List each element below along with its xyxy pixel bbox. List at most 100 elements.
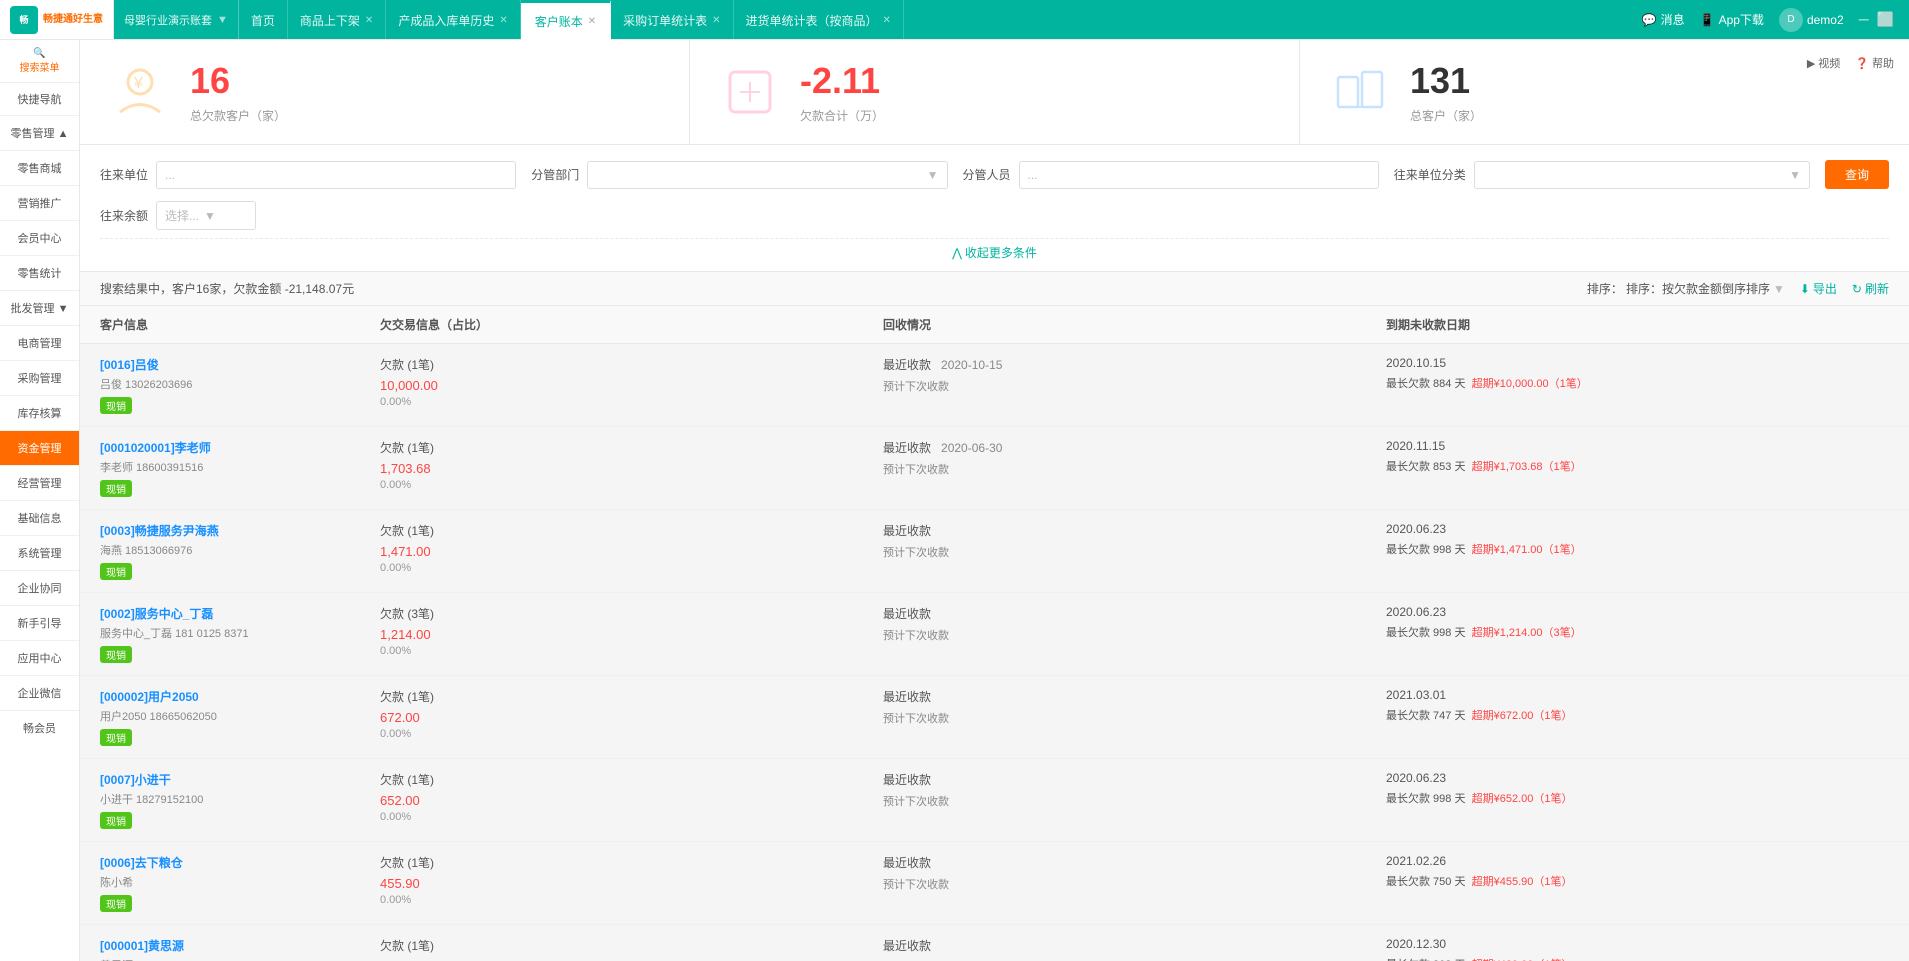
- tab-home[interactable]: 首页: [239, 0, 288, 40]
- next-collection-0: 预计下次收款: [883, 378, 1386, 394]
- due-date-0: 2020.10.15: [1386, 356, 1889, 370]
- collapse-btn[interactable]: ⋀ 收起更多条件: [100, 238, 1889, 266]
- close-icon[interactable]: ✕: [365, 15, 373, 26]
- user-menu[interactable]: D demo2: [1779, 8, 1844, 32]
- refresh-btn[interactable]: ↻ 刷新: [1852, 280, 1889, 297]
- sidebar-item-retail-mall[interactable]: 零售商城: [0, 151, 79, 186]
- stat-debt-amount: -2.11 欠款合计（万）: [690, 40, 1300, 144]
- video-btn[interactable]: ▶ 视频: [1807, 55, 1840, 71]
- result-summary-bar: 搜索结果中，客户16家，欠款金额 -21,148.07元 排序：排序：按欠款金额…: [80, 272, 1909, 306]
- sidebar-item-system[interactable]: 系统管理: [0, 536, 79, 571]
- minimize-icon[interactable]: ─: [1859, 11, 1869, 28]
- customer-name-1[interactable]: [0001020001]李老师: [100, 439, 380, 456]
- sort-selector[interactable]: 排序：排序：按欠款金额倒序排序▼: [1587, 280, 1785, 297]
- sidebar-item-enterprise-collab[interactable]: 企业协同: [0, 571, 79, 606]
- sidebar-item-basic-info[interactable]: 基础信息: [0, 501, 79, 536]
- total-customers-icon: [1330, 62, 1390, 122]
- message-icon: 💬: [1642, 13, 1657, 27]
- table-row: [000002]用户2050 用户2050 18665062050 现销 欠款 …: [80, 676, 1909, 759]
- collection-label-1: 最近收款 2020-06-30: [883, 439, 1386, 456]
- sidebar-item-app-center[interactable]: 应用中心: [0, 641, 79, 676]
- unit-category-input[interactable]: ▼: [1474, 161, 1810, 189]
- sidebar-item-enterprise-wechat[interactable]: 企业微信: [0, 676, 79, 711]
- department-label: 分管部门: [531, 166, 579, 183]
- source-unit-input[interactable]: ...: [156, 161, 516, 189]
- search-icon: 🔍: [5, 48, 74, 59]
- close-icon-2[interactable]: ✕: [499, 15, 507, 26]
- table-row: [0003]畅捷服务尹海燕 海燕 18513066976 现销 欠款 (1笔) …: [80, 510, 1909, 593]
- sidebar-search-menu[interactable]: 🔍 搜索菜单: [0, 40, 79, 83]
- manager-label: 分管人员: [963, 166, 1011, 183]
- chevron-up-icon: ⋀: [952, 246, 962, 260]
- table-container: 客户信息 欠交易信息（占比） 回收情况 到期未收款日期 [0016]吕俊 吕俊 …: [80, 306, 1909, 961]
- stat-debt-customers: ¥ 16 总欠款客户（家）: [80, 40, 690, 144]
- search-button[interactable]: 查询: [1825, 160, 1889, 189]
- stat-total-customers: 131 总客户（家） ▶ 视频 ❓ 帮助: [1300, 40, 1909, 144]
- app-download-btn[interactable]: 📱 App下载: [1700, 11, 1764, 28]
- overdue-1: 最长欠款 853 天 超期¥1,703.68（1笔）: [1386, 458, 1889, 474]
- table-row: [0007]小进干 小进干 18279152100 现销 欠款 (1笔) 652…: [80, 759, 1909, 842]
- sidebar-item-warehouse[interactable]: 库存核算: [0, 396, 79, 431]
- source-unit-label: 往来单位: [100, 166, 148, 183]
- balance-label: 往来余额: [100, 207, 148, 224]
- app-name: 畅捷通好生意: [43, 14, 103, 26]
- sidebar-item-member-center[interactable]: 会员中心: [0, 221, 79, 256]
- filter-balance: 往来余额 选择... ▼: [100, 201, 256, 230]
- col-due-date: 到期未收款日期: [1386, 316, 1889, 333]
- message-btn[interactable]: 💬 消息: [1642, 11, 1685, 28]
- unit-category-label: 往来单位分类: [1394, 166, 1466, 183]
- table-row: [0006]去下粮仓 陈小希 现销 欠款 (1笔) 455.90 0.00% 最…: [80, 842, 1909, 925]
- tab-customer-account[interactable]: 客户账本 ✕: [521, 0, 611, 40]
- sidebar-item-ecommerce[interactable]: 电商管理: [0, 326, 79, 361]
- tab-purchase-stats[interactable]: 进货单统计表（按商品） ✕: [734, 0, 904, 40]
- sidebar-item-member-vip[interactable]: 畅会员: [0, 711, 79, 745]
- avatar: D: [1779, 8, 1803, 32]
- debt-customers-icon: ¥: [110, 62, 170, 122]
- balance-input[interactable]: 选择... ▼: [156, 201, 256, 230]
- close-icon-5[interactable]: ✕: [883, 15, 891, 26]
- sidebar-item-marketing[interactable]: 营销推广: [0, 186, 79, 221]
- debt-label-0: 欠款 (1笔): [380, 356, 883, 373]
- result-summary-text: 搜索结果中，客户16家，欠款金额 -21,148.07元: [100, 280, 354, 297]
- export-btn[interactable]: ⬇ 导出: [1800, 280, 1837, 297]
- svg-text:¥: ¥: [133, 75, 143, 92]
- tab-product-shelf[interactable]: 商品上下架 ✕: [288, 0, 386, 40]
- total-customers-label: 总客户（家）: [1410, 107, 1879, 124]
- debt-amount-label: 欠款合计（万）: [800, 107, 1269, 124]
- maximize-icon[interactable]: ⬜: [1877, 11, 1894, 28]
- col-debt-info: 欠交易信息（占比）: [380, 316, 883, 333]
- sidebar-item-purchase[interactable]: 采购管理: [0, 361, 79, 396]
- table-header: 客户信息 欠交易信息（占比） 回收情况 到期未收款日期: [80, 306, 1909, 344]
- filter-unit-category: 往来单位分类 ▼: [1394, 161, 1810, 189]
- close-icon-3[interactable]: ✕: [588, 16, 596, 27]
- close-icon-4[interactable]: ✕: [712, 15, 720, 26]
- top-right-controls: 💬 消息 📱 App下载 D demo2 ─ ⬜: [1627, 0, 1909, 39]
- sidebar-quick-nav[interactable]: 快捷导航: [0, 83, 79, 116]
- collection-label-0: 最近收款 2020-10-15: [883, 356, 1386, 373]
- debt-amount-number: -2.11: [800, 60, 1269, 102]
- customer-name-2[interactable]: [0003]畅捷服务尹海燕: [100, 522, 380, 539]
- help-btn[interactable]: ❓ 帮助: [1855, 55, 1894, 71]
- stat-actions: ▶ 视频 ❓ 帮助: [1807, 55, 1894, 71]
- tab-product-history[interactable]: 产成品入库单历史 ✕: [386, 0, 520, 40]
- department-input[interactable]: ▼: [587, 161, 947, 189]
- sidebar-item-capital[interactable]: 资金管理: [0, 431, 79, 466]
- customer-name-3[interactable]: [0002]服务中心_丁磊: [100, 605, 380, 622]
- result-actions: 排序：排序：按欠款金额倒序排序▼ ⬇ 导出 ↻ 刷新: [1587, 280, 1889, 297]
- sidebar-item-retail-stats[interactable]: 零售统计: [0, 256, 79, 291]
- overdue-0: 最长欠款 884 天 超期¥10,000.00（1笔）: [1386, 375, 1889, 391]
- company-name[interactable]: 母婴行业演示账套 ▼: [114, 0, 239, 39]
- sidebar-item-newbie[interactable]: 新手引导: [0, 606, 79, 641]
- export-icon: ⬇: [1800, 282, 1810, 296]
- sidebar-item-retail-mgmt[interactable]: 零售管理 ▲: [0, 116, 79, 151]
- tab-purchase-order[interactable]: 采购订单统计表 ✕: [611, 0, 733, 40]
- sidebar-item-batch-mgmt[interactable]: 批发管理 ▼: [0, 291, 79, 326]
- video-icon: ▶: [1807, 57, 1815, 70]
- sidebar-item-operation[interactable]: 经营管理: [0, 466, 79, 501]
- manager-input[interactable]: ...: [1019, 161, 1379, 189]
- customer-name-0[interactable]: [0016]吕俊: [100, 356, 380, 373]
- col-customer-info: 客户信息: [100, 316, 380, 333]
- debt-percent-1: 0.00%: [380, 479, 883, 491]
- debt-amount-icon: [720, 62, 780, 122]
- filter-manager: 分管人员 ...: [963, 161, 1379, 189]
